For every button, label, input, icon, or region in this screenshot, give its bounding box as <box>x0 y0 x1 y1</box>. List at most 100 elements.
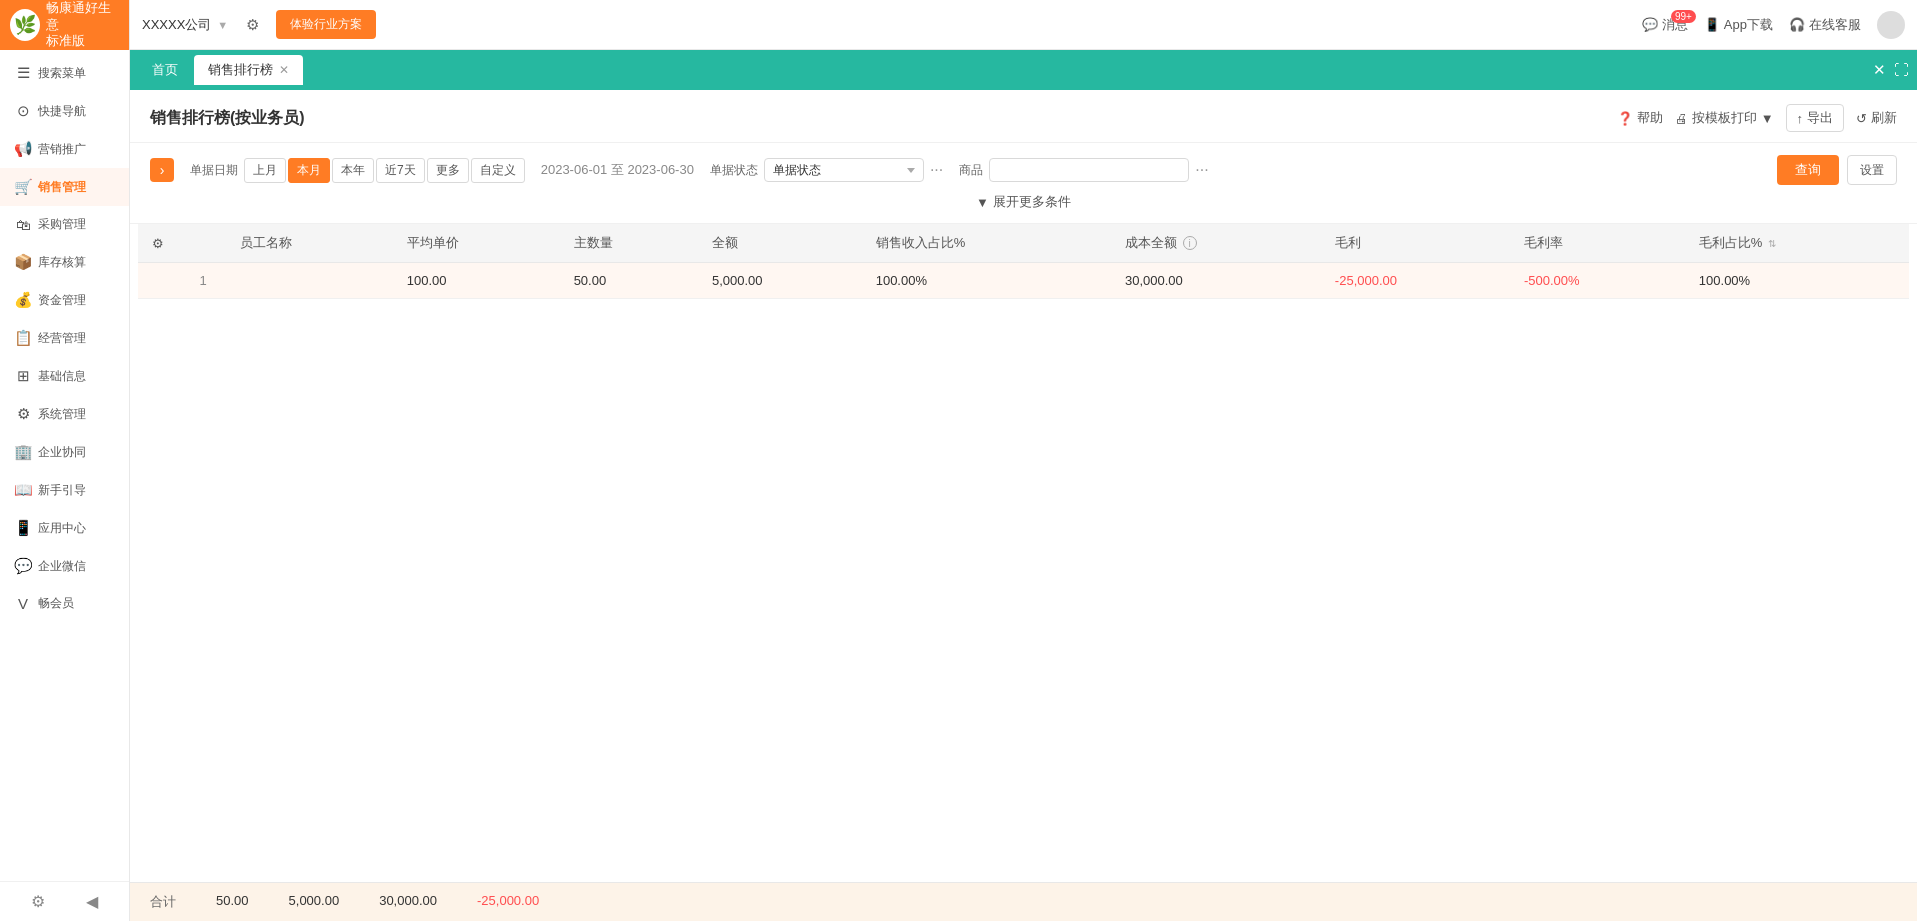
sidebar-item-enterprise[interactable]: 🏢企业协同 <box>0 433 129 471</box>
date-btn-custom[interactable]: 自定义 <box>471 158 525 183</box>
sidebar-label-wechat: 企业微信 <box>38 558 86 575</box>
online-service-button[interactable]: 🎧 在线客服 <box>1789 16 1861 34</box>
footer-amount: 5,000.00 <box>289 893 340 911</box>
sidebar-item-shortcut[interactable]: ⊙快捷导航 <box>0 92 129 130</box>
purchase-icon: 🛍 <box>14 216 32 233</box>
cost-info-icon[interactable]: i <box>1183 236 1197 250</box>
app-download-button[interactable]: 📱 App下载 <box>1704 16 1773 34</box>
sidebar-settings-icon[interactable]: ⚙ <box>31 892 45 911</box>
tab-home[interactable]: 首页 <box>138 55 192 85</box>
page-title: 销售排行榜(按业务员) <box>150 108 305 129</box>
sidebar-item-guide[interactable]: 📖新手引导 <box>0 471 129 509</box>
tab-close-all-icon[interactable]: ✕ <box>1873 61 1886 79</box>
marketing-icon: 📢 <box>14 140 32 158</box>
tab-sales-ranking[interactable]: 销售排行榜 ✕ <box>194 55 303 85</box>
goods-filter-group: 商品 ··· <box>959 158 1208 182</box>
header-right: 💬 消息 99+ 📱 App下载 🎧 在线客服 <box>1642 11 1905 39</box>
footer-label: 合计 <box>150 893 176 911</box>
th-profit-rate: 毛利率 <box>1512 224 1687 263</box>
tab-bar: 首页 销售排行榜 ✕ ✕ ⛶ <box>130 50 1917 90</box>
sidebar-bottom: ⚙ ◀ <box>0 881 129 921</box>
user-avatar[interactable] <box>1877 11 1905 39</box>
trial-button[interactable]: 体验行业方案 <box>276 10 376 39</box>
sidebar-item-sales[interactable]: 🛒 销售管理 <box>0 168 129 206</box>
filter-row: › 单据日期 上月 本月 本年 近7天 更多 自定义 2023-06-0 <box>150 155 1897 185</box>
row-profit-rate-0: -500.00% <box>1512 263 1687 299</box>
sidebar-label-sales: 销售管理 <box>38 179 86 196</box>
company-selector[interactable]: XXXXX公司 ▼ <box>142 16 228 34</box>
th-profit: 毛利 <box>1323 224 1512 263</box>
help-button[interactable]: ❓ 帮助 <box>1617 109 1663 127</box>
header-settings-icon[interactable]: ⚙ <box>238 11 266 39</box>
sidebar-item-marketing[interactable]: 📢 营销推广 <box>0 130 129 168</box>
tab-close-icon[interactable]: ✕ <box>279 63 289 77</box>
data-table: ⚙ 员工名称 平均单价 主数量 全额 销售收入占比% 成本全额 i 毛利 毛利率… <box>138 224 1909 299</box>
tab-fullscreen-icon[interactable]: ⛶ <box>1894 61 1909 79</box>
wechat-icon: 💬 <box>14 557 32 575</box>
sidebar-item-search[interactable]: ☰搜索菜单 <box>0 54 129 92</box>
sidebar-label-operation: 经营管理 <box>38 330 86 347</box>
date-btn-current-month[interactable]: 本月 <box>288 158 330 183</box>
sidebar-item-finance[interactable]: 💰 资金管理 <box>0 281 129 319</box>
row-amount-0: 5,000.00 <box>700 263 864 299</box>
row-avg-price-0: 100.00 <box>395 263 562 299</box>
date-btn-prev-month[interactable]: 上月 <box>244 158 286 183</box>
download-icon: 📱 <box>1704 17 1720 32</box>
sidebar-item-operation[interactable]: 📋 经营管理 <box>0 319 129 357</box>
settings-small-button[interactable]: 设置 <box>1847 155 1897 185</box>
date-btn-more[interactable]: 更多 <box>427 158 469 183</box>
goods-input[interactable] <box>989 158 1189 182</box>
sidebar-label-purchase: 采购管理 <box>38 216 86 233</box>
finance-icon: 💰 <box>14 291 32 309</box>
print-icon: 🖨 <box>1675 111 1688 126</box>
date-filter-group: 单据日期 上月 本月 本年 近7天 更多 自定义 <box>190 158 525 183</box>
profit-pct-sort-icon[interactable]: ⇅ <box>1768 238 1776 249</box>
sidebar-label-marketing: 营销推广 <box>38 141 86 158</box>
sales-icon: 🛒 <box>14 178 32 196</box>
sidebar-collapse-icon[interactable]: ◀ <box>86 892 98 911</box>
table-footer: 合计 50.00 5,000.00 30,000.00 -25,000.00 <box>130 882 1917 921</box>
filter-expand-icon[interactable]: › <box>150 158 174 182</box>
sidebar-item-member[interactable]: V畅会员 <box>0 585 129 622</box>
logo-text: 畅康通好生意 标准版 <box>46 0 119 50</box>
headset-icon: 🎧 <box>1789 17 1805 32</box>
th-sales-pct: 销售收入占比% <box>864 224 1113 263</box>
status-select[interactable]: 单据状态 <box>764 158 924 182</box>
sidebar-item-inventory[interactable]: 📦库存核算 <box>0 243 129 281</box>
th-name: 员工名称 <box>228 224 395 263</box>
sidebar-item-basic[interactable]: ⊞基础信息 <box>0 357 129 395</box>
print-button[interactable]: 🖨 按模板打印 ▼ <box>1675 109 1774 127</box>
sidebar-label-finance: 资金管理 <box>38 292 86 309</box>
row-cost-0: 30,000.00 <box>1113 263 1323 299</box>
status-more-icon[interactable]: ··· <box>930 161 943 179</box>
enterprise-icon: 🏢 <box>14 443 32 461</box>
message-button[interactable]: 💬 消息 99+ <box>1642 16 1688 34</box>
export-button[interactable]: ↑ 导出 <box>1786 104 1845 132</box>
sidebar-label-apps: 应用中心 <box>38 520 86 537</box>
query-button[interactable]: 查询 <box>1777 155 1839 185</box>
date-btn-current-year[interactable]: 本年 <box>332 158 374 183</box>
footer-amount-item: 5,000.00 <box>289 893 340 911</box>
print-chevron-icon: ▼ <box>1761 111 1774 126</box>
table-header-row: ⚙ 员工名称 平均单价 主数量 全额 销售收入占比% 成本全额 i 毛利 毛利率… <box>138 224 1909 263</box>
status-filter-group: 单据状态 单据状态 ··· <box>710 158 943 182</box>
sidebar-item-system[interactable]: ⚙系统管理 <box>0 395 129 433</box>
sidebar-label-system: 系统管理 <box>38 406 86 423</box>
sidebar-nav: ☰搜索菜单⊙快捷导航 📢 营销推广 🛒 销售管理 🛍 采购管理 📦库存核算 💰 资金管理 📋 经营管理… <box>0 50 129 881</box>
goods-more-icon[interactable]: ··· <box>1195 161 1208 179</box>
table-row: 1 100.00 50.00 5,000.00 100.00% 30,000.0… <box>138 263 1909 299</box>
guide-icon: 📖 <box>14 481 32 499</box>
sidebar-item-purchase[interactable]: 🛍 采购管理 <box>0 206 129 243</box>
operation-icon: 📋 <box>14 329 32 347</box>
row-profit-0: -25,000.00 <box>1323 263 1512 299</box>
date-btn-7days[interactable]: 近7天 <box>376 158 425 183</box>
refresh-button[interactable]: ↺ 刷新 <box>1856 109 1897 127</box>
sidebar-item-apps[interactable]: 📱应用中心 <box>0 509 129 547</box>
th-avg-price: 平均单价 <box>395 224 562 263</box>
refresh-icon: ↺ <box>1856 111 1867 126</box>
member-icon: V <box>14 595 32 612</box>
goods-filter-label: 商品 <box>959 162 983 179</box>
footer-qty-item: 50.00 <box>216 893 249 911</box>
sidebar-item-wechat[interactable]: 💬 企业微信 <box>0 547 129 585</box>
expand-more-button[interactable]: ▼ 展开更多条件 <box>150 193 1897 211</box>
